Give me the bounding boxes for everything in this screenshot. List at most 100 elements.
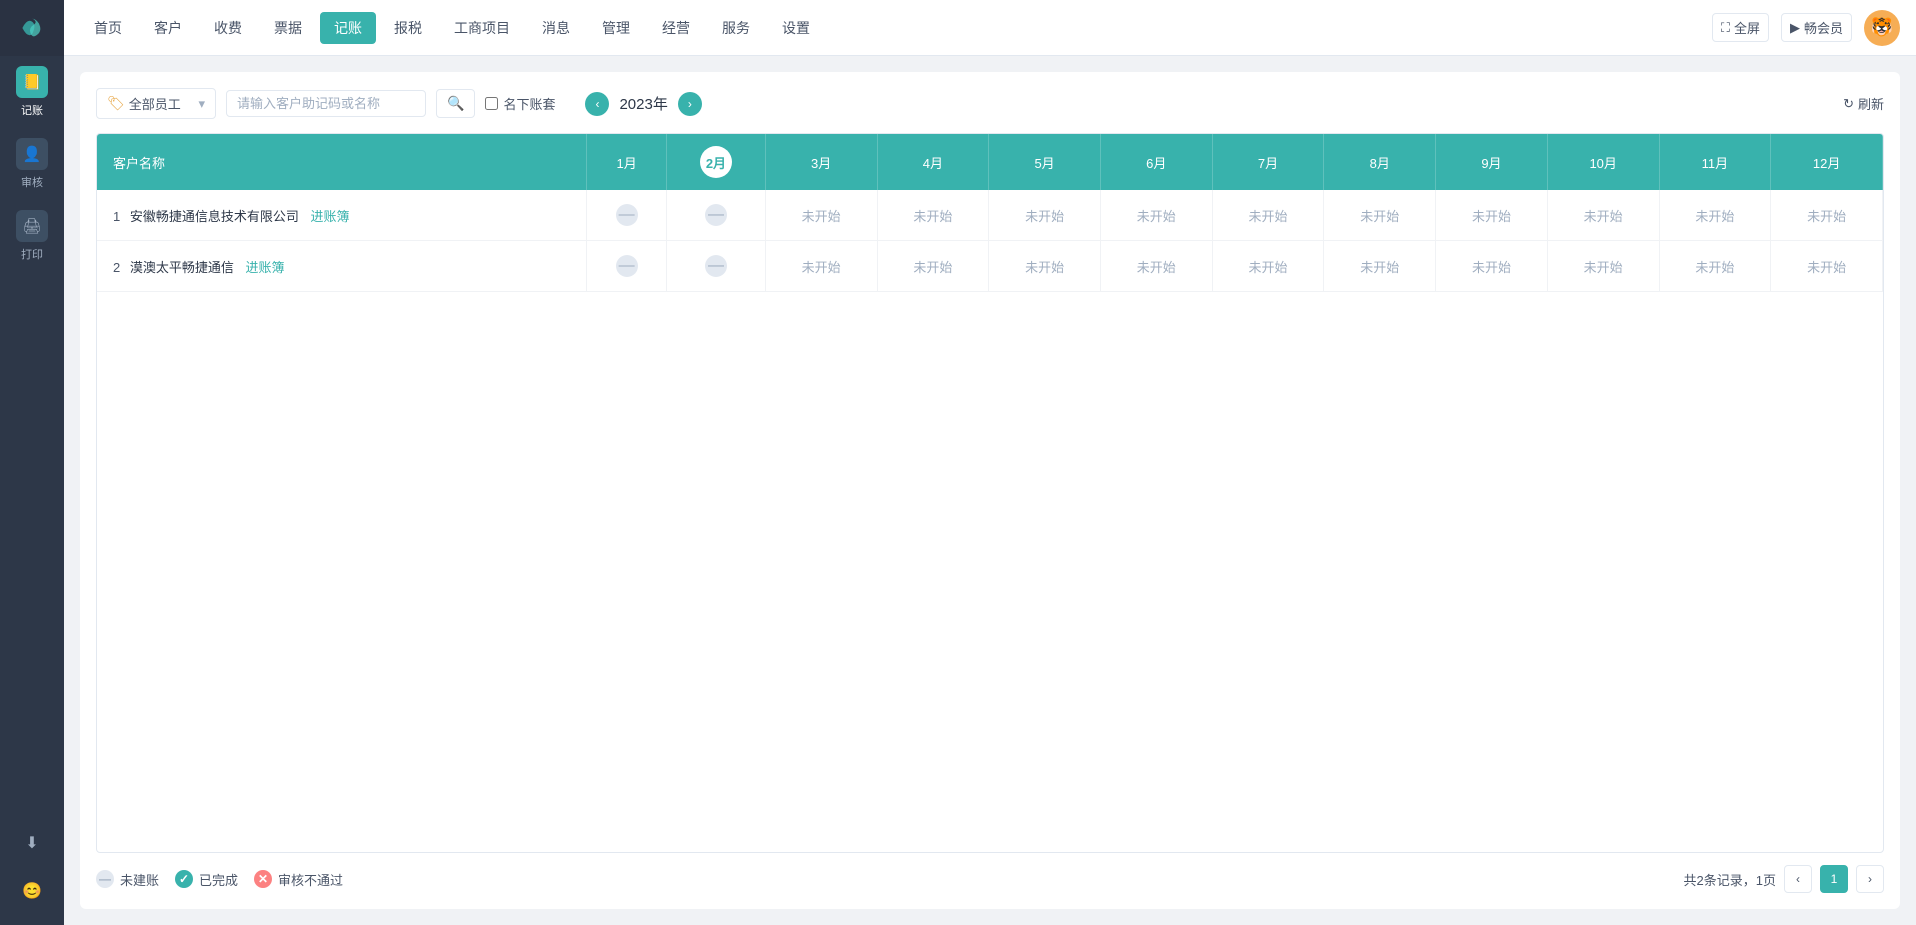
member-button[interactable]: ▶ 畅会员 xyxy=(1781,13,1852,42)
col-header-nov: 11月 xyxy=(1659,134,1771,190)
topnav-item-invoice[interactable]: 票据 xyxy=(260,12,316,44)
table-wrap: 客户名称1月2月3月4月5月6月7月8月9月10月11月12月 1 安徽畅捷通信… xyxy=(96,133,1884,853)
sidebar-item-support[interactable]: 😊 xyxy=(0,869,64,913)
row-1-month-1: — xyxy=(667,241,766,292)
row-0-month-10: 未开始 xyxy=(1659,190,1771,241)
refresh-button[interactable]: ↻ 刷新 xyxy=(1843,94,1884,113)
client-name: 漠澳太平畅捷通信 xyxy=(130,260,234,275)
avatar-emoji: 🐯 xyxy=(1871,17,1893,38)
status-not-started: 未开始 xyxy=(1025,260,1064,275)
avatar[interactable]: 🐯 xyxy=(1864,10,1900,46)
topnav-item-service[interactable]: 服务 xyxy=(708,12,764,44)
status-not-started: 未开始 xyxy=(1472,260,1511,275)
status-not-started: 未开始 xyxy=(1807,260,1846,275)
status-not-started: 未开始 xyxy=(1137,209,1176,224)
enter-ledger-link[interactable]: 进账簿 xyxy=(311,209,350,224)
status-not-started: 未开始 xyxy=(1695,209,1734,224)
status-not-started: 未开始 xyxy=(1584,260,1623,275)
next-year-button[interactable]: › xyxy=(678,92,702,116)
client-search-input[interactable] xyxy=(226,90,426,117)
employee-select[interactable]: 🏷 全部员工 ▾ xyxy=(96,88,216,119)
bookkeeping-table: 客户名称1月2月3月4月5月6月7月8月9月10月11月12月 1 安徽畅捷通信… xyxy=(97,134,1883,292)
status-not-started: 未开始 xyxy=(802,260,841,275)
bookkeeping-icon: 📒 xyxy=(16,66,48,98)
status-not-started: 未开始 xyxy=(913,209,952,224)
topnav-item-home[interactable]: 首页 xyxy=(80,12,136,44)
row-0-month-6: 未开始 xyxy=(1212,190,1324,241)
not-built-symbol: — xyxy=(99,872,111,886)
logo xyxy=(0,0,64,56)
audit-icon: 👤 xyxy=(16,138,48,170)
col-header-dec: 12月 xyxy=(1771,134,1883,190)
current-month-circle: 2月 xyxy=(700,146,732,178)
sidebar-item-audit[interactable]: 👤 审核 xyxy=(0,128,64,200)
member-label: 畅会员 xyxy=(1804,18,1843,37)
row-0-month-3: 未开始 xyxy=(877,190,989,241)
completed-symbol: ✓ xyxy=(179,872,189,886)
sidebar-item-print[interactable]: 🖨 打印 xyxy=(0,200,64,272)
topnav: 首页客户收费票据记账报税工商项目消息管理经营服务设置 ⛶ 全屏 ▶ 畅会员 🐯 xyxy=(64,0,1916,56)
rejected-dot: ✕ xyxy=(254,870,272,888)
search-icon: 🔍 xyxy=(447,95,464,112)
client-num: 1 xyxy=(113,209,120,224)
year-label: 2023年 xyxy=(619,93,667,114)
completed-dot: ✓ xyxy=(175,870,193,888)
status-not-started: 未开始 xyxy=(1360,209,1399,224)
col-header-jun: 6月 xyxy=(1100,134,1212,190)
status-not-built: — xyxy=(705,204,727,226)
sidebar-item-download[interactable]: ⬇ xyxy=(0,821,64,865)
topnav-item-message[interactable]: 消息 xyxy=(528,12,584,44)
content-card: 🏷 全部员工 ▾ 🔍 名下账套 ‹ 2023年 › xyxy=(80,72,1900,909)
prev-year-button[interactable]: ‹ xyxy=(585,92,609,116)
row-0-name-cell: 1 安徽畅捷通信息技术有限公司 进账簿 xyxy=(97,190,587,241)
rejected-label: 审核不通过 xyxy=(278,870,343,889)
sidebar-item-label: 打印 xyxy=(21,246,43,262)
status-not-started: 未开始 xyxy=(913,260,952,275)
row-1-month-10: 未开始 xyxy=(1659,241,1771,292)
legend-not-built: — 未建账 xyxy=(96,870,159,889)
legend-completed: ✓ 已完成 xyxy=(175,870,238,889)
sidebar-item-bookkeeping[interactable]: 📒 记账 xyxy=(0,56,64,128)
col-header-apr: 4月 xyxy=(877,134,989,190)
row-1-month-3: 未开始 xyxy=(877,241,989,292)
topnav-item-tax[interactable]: 报税 xyxy=(380,12,436,44)
content: 🏷 全部员工 ▾ 🔍 名下账套 ‹ 2023年 › xyxy=(64,56,1916,925)
row-0-month-9: 未开始 xyxy=(1547,190,1659,241)
topnav-item-manage[interactable]: 管理 xyxy=(588,12,644,44)
account-set-checkbox-label[interactable]: 名下账套 xyxy=(485,94,555,113)
enter-ledger-link[interactable]: 进账簿 xyxy=(246,260,285,275)
topnav-item-client[interactable]: 客户 xyxy=(140,12,196,44)
row-1-month-6: 未开始 xyxy=(1212,241,1324,292)
status-not-built: — xyxy=(616,255,638,277)
row-0-month-7: 未开始 xyxy=(1324,190,1436,241)
completed-label: 已完成 xyxy=(199,870,238,889)
next-page-button[interactable]: › xyxy=(1856,865,1884,893)
status-not-started: 未开始 xyxy=(1472,209,1511,224)
account-set-checkbox[interactable] xyxy=(485,97,498,110)
search-button[interactable]: 🔍 xyxy=(436,89,475,118)
sidebar: 📒 记账 👤 审核 🖨 打印 ⬇ 😊 xyxy=(0,0,64,925)
table-row: 2 漠澳太平畅捷通信 进账簿 ——未开始未开始未开始未开始未开始未开始未开始未开… xyxy=(97,241,1883,292)
topnav-item-business[interactable]: 工商项目 xyxy=(440,12,524,44)
topnav-item-billing[interactable]: 收费 xyxy=(200,12,256,44)
sidebar-bottom: ⬇ 😊 xyxy=(0,821,64,925)
status-not-built: — xyxy=(616,204,638,226)
topnav-item-bookkeeping[interactable]: 记账 xyxy=(320,12,376,44)
status-not-started: 未开始 xyxy=(1137,260,1176,275)
col-header-jan: 1月 xyxy=(587,134,667,190)
toolbar: 🏷 全部员工 ▾ 🔍 名下账套 ‹ 2023年 › xyxy=(96,88,1884,119)
row-0-month-0: — xyxy=(587,190,667,241)
topnav-item-operation[interactable]: 经营 xyxy=(648,12,704,44)
download-icon: ⬇ xyxy=(18,829,46,857)
fullscreen-button[interactable]: ⛶ 全屏 xyxy=(1712,13,1769,42)
row-0-month-8: 未开始 xyxy=(1436,190,1548,241)
topnav-item-settings[interactable]: 设置 xyxy=(768,12,824,44)
prev-page-button[interactable]: ‹ xyxy=(1784,865,1812,893)
status-not-started: 未开始 xyxy=(1807,209,1846,224)
status-not-started: 未开始 xyxy=(1695,260,1734,275)
status-not-started: 未开始 xyxy=(802,209,841,224)
current-page-button[interactable]: 1 xyxy=(1820,865,1848,893)
row-0-month-4: 未开始 xyxy=(989,190,1101,241)
support-icon: 😊 xyxy=(18,877,46,905)
row-1-month-2: 未开始 xyxy=(765,241,877,292)
